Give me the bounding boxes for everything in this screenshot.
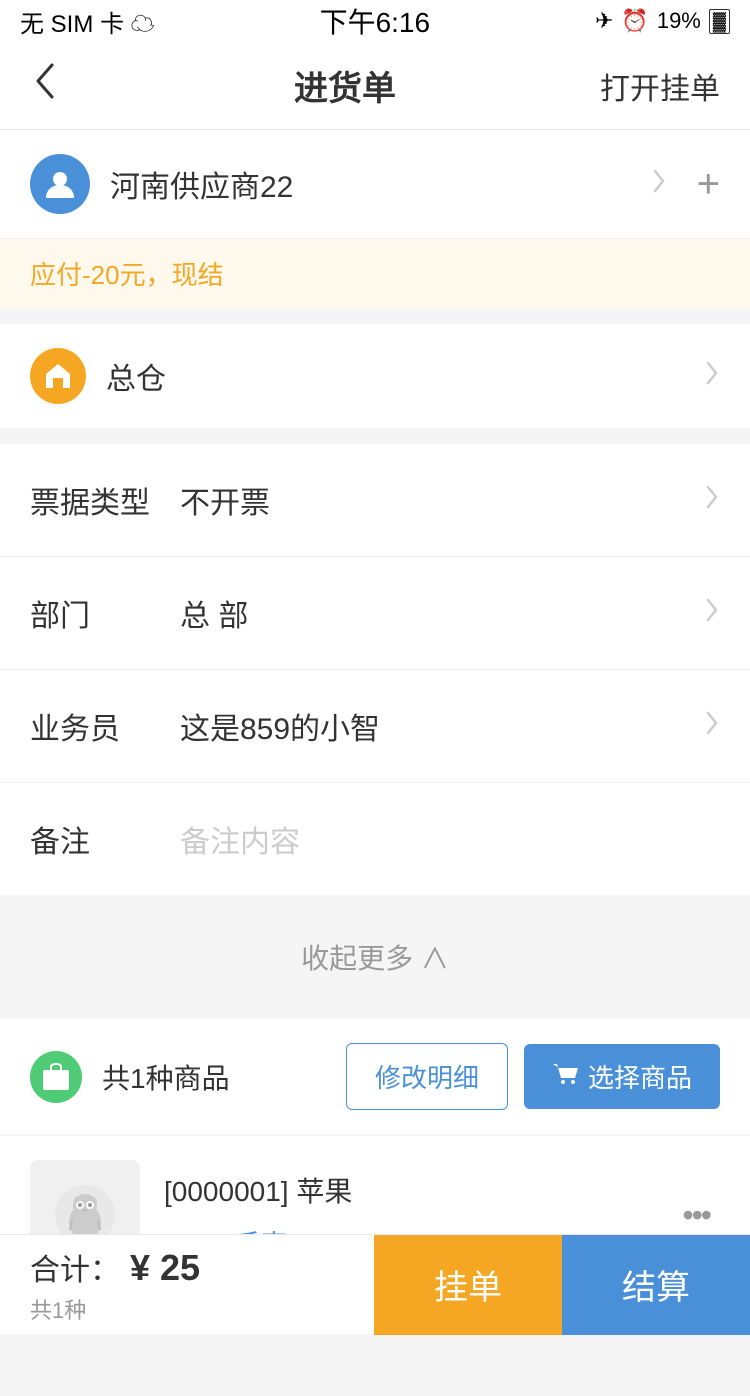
alarm-icon: ⏰ — [621, 8, 648, 34]
invoice-label: 票据类型 — [30, 478, 160, 522]
bottom-bar: 合计： ¥ 25 共1种 挂单 结算 — [0, 1234, 750, 1334]
open-hang-button[interactable]: 打开挂单 — [600, 64, 720, 108]
collapse-more-button[interactable]: 收起更多 ∧ — [0, 911, 750, 1003]
remark-label: 备注 — [30, 817, 160, 861]
warehouse-icon — [30, 348, 86, 404]
products-count: 共1种商品 — [102, 1057, 346, 1097]
invoice-row[interactable]: 票据类型 不开票 — [0, 444, 750, 557]
sales-value: 这是859的小智 — [160, 704, 704, 748]
battery-label: 19% — [657, 8, 701, 34]
warehouse-chevron-icon — [704, 359, 720, 394]
back-button[interactable] — [30, 59, 90, 112]
product-title: 苹果 — [296, 1176, 352, 1207]
hang-button[interactable]: 挂单 — [374, 1235, 562, 1335]
dept-row[interactable]: 部门 总 部 — [0, 557, 750, 670]
invoice-value: 不开票 — [160, 478, 704, 522]
remark-row[interactable]: 备注 备注内容 — [0, 783, 750, 895]
total-label: 合计： — [30, 1245, 120, 1289]
remark-input[interactable]: 备注内容 — [160, 817, 720, 861]
checkout-button[interactable]: 结算 — [562, 1235, 750, 1335]
products-icon — [30, 1051, 82, 1103]
total-sub: 共1种 — [30, 1293, 344, 1325]
total-main: 合计： ¥ 25 — [30, 1245, 344, 1289]
supplier-avatar — [30, 154, 90, 214]
supplier-section: 河南供应商22 + — [0, 130, 750, 239]
modify-detail-button[interactable]: 修改明细 — [346, 1043, 508, 1110]
warehouse-name: 总仓 — [106, 354, 704, 398]
add-supplier-button[interactable]: + — [697, 162, 720, 207]
sales-label: 业务员 — [30, 704, 160, 748]
status-bar: 无 SIM 卡 ☁ 下午6:16 ✈ ⏰ 19% ▓ — [0, 0, 750, 42]
sim-label: 无 SIM 卡 ☁ — [20, 4, 155, 39]
sales-row[interactable]: 业务员 这是859的小智 — [0, 670, 750, 783]
location-icon: ✈ — [595, 8, 613, 34]
supplier-row[interactable]: 河南供应商22 + — [0, 130, 750, 239]
dept-label: 部门 — [30, 591, 160, 635]
bottom-total: 合计： ¥ 25 共1种 — [0, 1245, 374, 1325]
warehouse-row[interactable]: 总仓 — [0, 324, 750, 428]
sales-chevron-icon — [704, 709, 720, 744]
status-left: 无 SIM 卡 ☁ — [20, 4, 155, 39]
product-name: [0000001] 苹果 — [164, 1170, 672, 1210]
page-title: 进货单 — [294, 61, 396, 110]
supplier-name: 河南供应商22 — [110, 162, 651, 206]
select-product-label: 选择商品 — [588, 1058, 692, 1095]
main-content: 河南供应商22 + 应付-20元，现结 总仓 票据类型 不开票 — [0, 130, 750, 1396]
select-product-button[interactable]: 选择商品 — [524, 1044, 720, 1109]
cart-icon — [552, 1061, 580, 1092]
status-right: ✈ ⏰ 19% ▓ — [595, 8, 730, 34]
dept-value: 总 部 — [160, 591, 704, 635]
products-header: 共1种商品 修改明细 选择商品 — [0, 1019, 750, 1134]
nav-bar: 进货单 打开挂单 — [0, 42, 750, 130]
invoice-chevron-icon — [704, 483, 720, 518]
form-section: 票据类型 不开票 部门 总 部 业务员 这是859的小智 备注 备注内容 — [0, 444, 750, 895]
product-code: [0000001] — [164, 1176, 289, 1207]
battery-icon: ▓ — [709, 9, 730, 34]
dept-chevron-icon — [704, 596, 720, 631]
total-amount: ¥ 25 — [130, 1247, 200, 1289]
notice-bar: 应付-20元，现结 — [0, 239, 750, 308]
supplier-chevron-icon — [651, 167, 667, 202]
status-time: 下午6:16 — [320, 1, 431, 41]
